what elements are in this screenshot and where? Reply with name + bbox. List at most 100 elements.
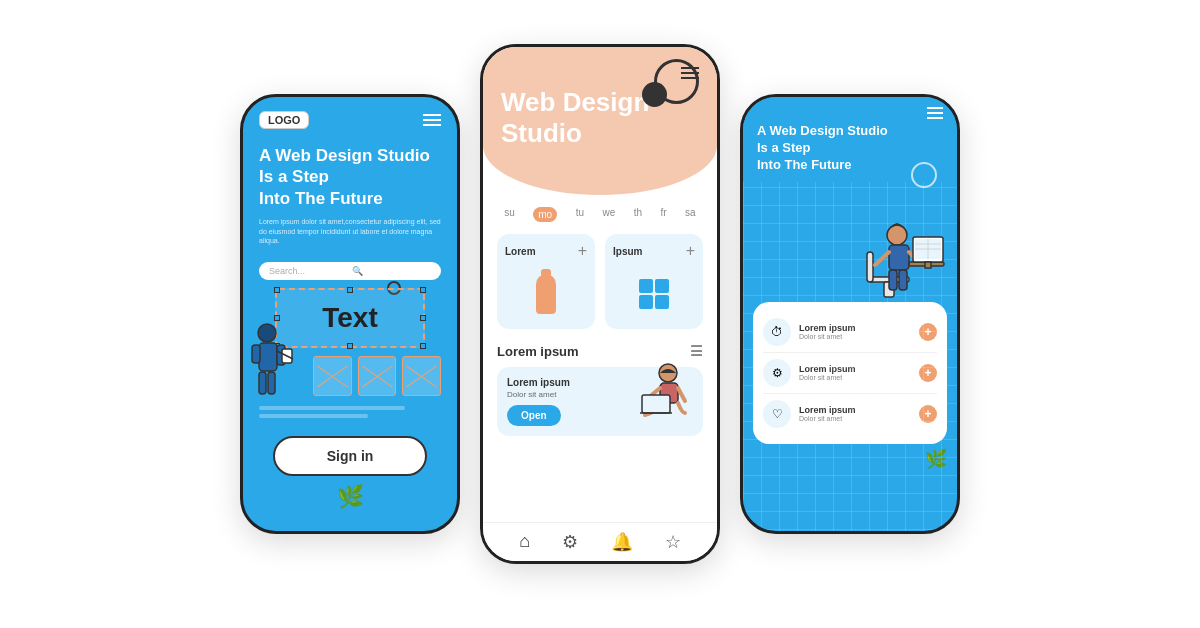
list-item-title-3: Lorem ipsum: [799, 405, 911, 415]
svg-rect-1: [259, 343, 277, 371]
phone-mockup-3: A Web Design Studio Is a Step Into The F…: [740, 94, 960, 534]
list-icon-2: ⚙: [763, 359, 791, 387]
day-sa[interactable]: sa: [685, 207, 696, 222]
wireframe-x-3: [403, 357, 440, 395]
list-icon-1: ⏱: [763, 318, 791, 346]
handle-tr[interactable]: [420, 287, 426, 293]
svg-line-11: [678, 388, 685, 401]
wireframe-box-1: [313, 356, 352, 396]
hamburger-icon-1[interactable]: [423, 114, 441, 126]
phone-mockup-2: Web Design Studio su mo tu we th fr sa L…: [480, 44, 720, 564]
svg-point-0: [258, 324, 276, 342]
main-container: LOGO A Web Design Studio Is a Step Into …: [0, 0, 1200, 628]
plant-icon: 🌿: [925, 449, 947, 469]
bottom-navigation: ⌂ ⚙ 🔔 ☆: [483, 522, 717, 561]
card-ipsum-header: Ipsum +: [613, 242, 695, 260]
plant-decoration-1: 🌿: [243, 484, 457, 514]
wireframe-area: [243, 352, 457, 400]
list-item-add-3[interactable]: +: [919, 405, 937, 423]
day-mo[interactable]: mo: [533, 207, 557, 222]
phone3-header-top: [757, 107, 943, 119]
list-item-add-2[interactable]: +: [919, 364, 937, 382]
person-illustration-2: [630, 363, 695, 432]
lorem-section: Lorem ipsum ☰ Lorem ipsum Dolor sit amet…: [483, 335, 717, 444]
list-icon-3: ♡: [763, 400, 791, 428]
calendar-days: su mo tu we th fr sa: [483, 195, 717, 228]
phone-mockup-1: LOGO A Web Design Studio Is a Step Into …: [240, 94, 460, 534]
nav-notification-icon[interactable]: 🔔: [611, 531, 633, 553]
svg-rect-2: [252, 345, 260, 363]
nav-settings-icon[interactable]: ⚙: [562, 531, 578, 553]
nav-home-icon[interactable]: ⌂: [519, 531, 530, 553]
person-illustration-3: [849, 207, 949, 321]
svg-rect-12: [642, 395, 670, 413]
svg-rect-16: [867, 252, 873, 282]
lorem-section-header: Lorem ipsum ☰: [497, 343, 703, 359]
hamburger-icon-3[interactable]: [927, 107, 943, 119]
svg-rect-21: [889, 270, 897, 290]
handle-bc[interactable]: [347, 343, 353, 349]
card-ipsum-label: Ipsum: [613, 246, 642, 257]
list-item-title-1: Lorem ipsum: [799, 323, 911, 333]
svg-rect-6: [268, 372, 275, 394]
lorem-card-subtitle: Dolor sit amet: [507, 390, 570, 399]
card-lorem-label: Lorem: [505, 246, 536, 257]
grid-icon: [639, 279, 669, 309]
timer-icon: ⏱: [771, 325, 783, 339]
svg-line-19: [875, 252, 889, 265]
lorem-card-content: Lorem ipsum Dolor sit amet Open: [507, 377, 570, 426]
card-ipsum-icon-area: [613, 266, 695, 321]
gear-list-icon: ⚙: [772, 366, 783, 380]
phone1-headline: A Web Design Studio Is a Step Into The F…: [259, 145, 441, 209]
heart-icon: ♡: [772, 407, 783, 421]
card-lorem-plus[interactable]: +: [578, 242, 587, 260]
search-icon: 🔍: [352, 266, 431, 276]
list-item-3[interactable]: ♡ Lorem ipsum Dolor sit amet +: [763, 394, 937, 434]
day-su[interactable]: su: [504, 207, 515, 222]
svg-rect-18: [889, 245, 909, 270]
list-item-subtitle-3: Dolor sit amet: [799, 415, 911, 422]
card-ipsum[interactable]: Ipsum +: [605, 234, 703, 329]
sign-in-button[interactable]: Sign in: [273, 436, 427, 476]
phone1-body-text: Lorem ipsum dolor sit amet,consectetur a…: [259, 217, 441, 246]
svg-rect-5: [259, 372, 266, 394]
day-we[interactable]: we: [602, 207, 615, 222]
handle-br[interactable]: [420, 343, 426, 349]
circle-decoration-2: [642, 82, 667, 107]
person-illustration-1: [247, 321, 312, 410]
lorem-section-menu-icon[interactable]: ☰: [690, 343, 703, 359]
wireframe-box-3: [402, 356, 441, 396]
phone3-list-area: ⏱ Lorem ipsum Dolor sit amet + ⚙ Lorem i…: [753, 302, 947, 444]
lorem-section-title: Lorem ipsum: [497, 344, 579, 359]
list-item-text-2: Lorem ipsum Dolor sit amet: [799, 364, 911, 381]
card-lorem[interactable]: Lorem +: [497, 234, 595, 329]
phone3-header: A Web Design Studio Is a Step Into The F…: [743, 97, 957, 182]
list-item-subtitle-2: Dolor sit amet: [799, 374, 911, 381]
handle-mr[interactable]: [420, 315, 426, 321]
list-item-text-1: Lorem ipsum Dolor sit amet: [799, 323, 911, 340]
day-th[interactable]: th: [634, 207, 642, 222]
list-item-add-1[interactable]: +: [919, 323, 937, 341]
nav-favorite-icon[interactable]: ☆: [665, 531, 681, 553]
phone1-search-bar[interactable]: Search... 🔍: [259, 262, 441, 280]
list-item-text-3: Lorem ipsum Dolor sit amet: [799, 405, 911, 422]
circle-outline-icon: [911, 162, 937, 188]
wireframe-x-1: [314, 357, 351, 395]
text-label: Text: [322, 302, 378, 333]
day-fr[interactable]: fr: [661, 207, 667, 222]
wireframe-x-2: [359, 357, 396, 395]
card-ipsum-plus[interactable]: +: [686, 242, 695, 260]
phone1-header: LOGO: [243, 97, 457, 137]
list-item-title-2: Lorem ipsum: [799, 364, 911, 374]
lorem-card: Lorem ipsum Dolor sit amet Open: [497, 367, 703, 436]
open-button[interactable]: Open: [507, 405, 561, 426]
logo-badge: LOGO: [259, 111, 309, 129]
list-item-2[interactable]: ⚙ Lorem ipsum Dolor sit amet +: [763, 353, 937, 394]
plant-decoration-3: 🌿: [743, 444, 957, 474]
lorem-card-title: Lorem ipsum: [507, 377, 570, 388]
list-item-subtitle-1: Dolor sit amet: [799, 333, 911, 340]
day-tu[interactable]: tu: [576, 207, 584, 222]
handle-tl[interactable]: [274, 287, 280, 293]
phone2-header: Web Design Studio: [483, 47, 717, 195]
handle-tc[interactable]: [347, 287, 353, 293]
